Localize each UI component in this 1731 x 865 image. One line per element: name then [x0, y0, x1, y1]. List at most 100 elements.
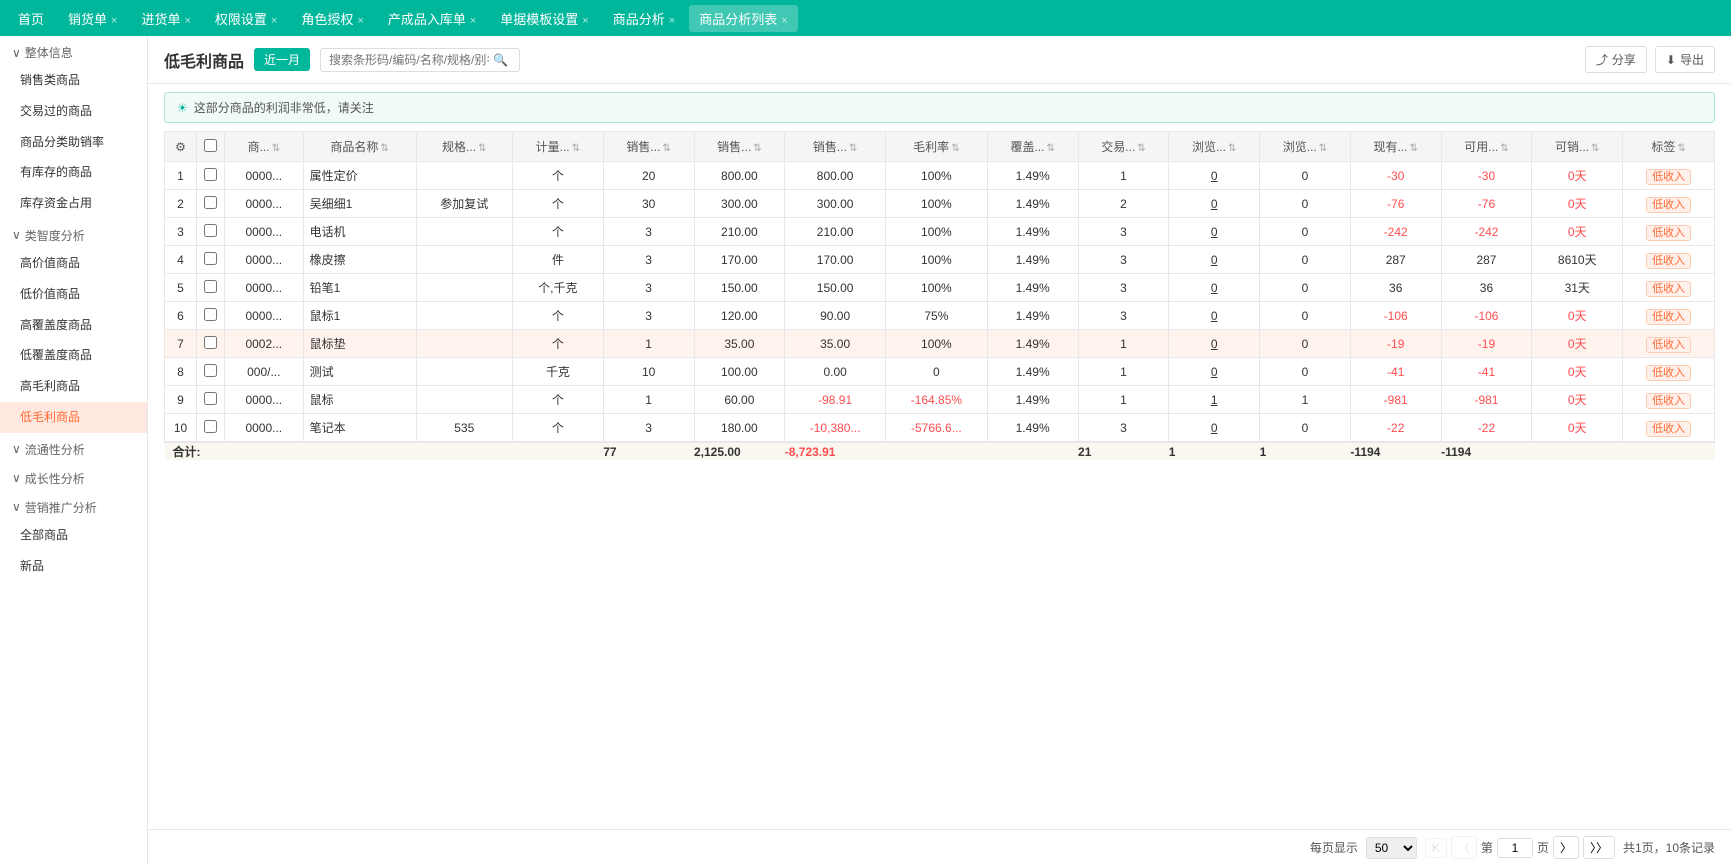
sidebar-group-类智度分析[interactable]: ∨ 类智度分析	[0, 219, 147, 248]
nav-item-产成品入库单[interactable]: 产成品入库单×	[378, 5, 486, 32]
sidebar-item-有库存的商品[interactable]: 有库存的商品	[0, 157, 147, 188]
export-button[interactable]: ⬇ 导出	[1655, 46, 1715, 73]
close-tab-icon[interactable]: ×	[669, 15, 675, 27]
row-checkbox[interactable]	[204, 252, 217, 265]
row-checkbox[interactable]	[204, 196, 217, 209]
sidebar-item-商品分类助销率[interactable]: 商品分类助销率	[0, 127, 147, 158]
prev-page-button[interactable]: 〈	[1451, 836, 1477, 859]
sidebar-item-高覆盖度商品[interactable]: 高覆盖度商品	[0, 310, 147, 341]
browse1-link[interactable]: 0	[1211, 253, 1218, 267]
row-checkbox[interactable]	[204, 392, 217, 405]
tag-badge: 低收入	[1646, 393, 1691, 409]
sidebar-item-交易过的商品[interactable]: 交易过的商品	[0, 96, 147, 127]
nav-item-销货单[interactable]: 销货单×	[58, 5, 127, 32]
row-checkbox[interactable]	[204, 336, 217, 349]
row-checkbox[interactable]	[204, 364, 217, 377]
browse1-link[interactable]: 0	[1211, 365, 1218, 379]
cell-browse1: 0	[1169, 414, 1260, 443]
nav-item-首页[interactable]: 首页	[8, 5, 54, 32]
select-all-checkbox[interactable]	[204, 139, 217, 152]
cell-available: -19	[1441, 330, 1532, 358]
date-filter-button[interactable]: 近一月	[254, 48, 310, 71]
row-checkbox[interactable]	[204, 308, 217, 321]
cell-current-stock: -106	[1350, 302, 1441, 330]
cell-checkbox	[197, 190, 225, 218]
tag-badge: 低收入	[1646, 337, 1691, 353]
cell-no: 9	[165, 386, 197, 414]
nav-item-商品分析列表[interactable]: 商品分析列表×	[689, 5, 797, 32]
close-tab-icon[interactable]: ×	[781, 15, 787, 27]
sidebar-item-全部商品[interactable]: 全部商品	[0, 520, 147, 551]
col-sales-qty: 销售...⇅	[603, 132, 694, 162]
search-input[interactable]	[329, 53, 489, 67]
nav-item-进货单[interactable]: 进货单×	[131, 5, 200, 32]
cell-current-stock: -981	[1350, 386, 1441, 414]
cell-coverage: 1.49%	[987, 246, 1078, 274]
cell-gross-margin: 100%	[885, 190, 987, 218]
cell-transaction: 1	[1078, 358, 1169, 386]
row-checkbox[interactable]	[204, 224, 217, 237]
cell-name: 鼠标垫	[303, 330, 416, 358]
sidebar-group-整体信息[interactable]: ∨ 整体信息	[0, 36, 147, 65]
totals-sales-qty: 77	[603, 442, 694, 460]
share-button[interactable]: ⤴ 分享	[1585, 46, 1647, 73]
cell-sales-amount: 210.00	[694, 218, 785, 246]
nav-item-单据模板设置[interactable]: 单据模板设置×	[490, 5, 598, 32]
row-checkbox[interactable]	[204, 420, 217, 433]
browse1-link[interactable]: 0	[1211, 197, 1218, 211]
row-checkbox[interactable]	[204, 280, 217, 293]
cell-sellable: 0天	[1532, 190, 1623, 218]
sidebar-item-销售类商品[interactable]: 销售类商品	[0, 65, 147, 96]
cell-checkbox	[197, 162, 225, 190]
sidebar-group-营销推广分析[interactable]: ∨ 营销推广分析	[0, 491, 147, 520]
cell-current-stock: -22	[1350, 414, 1441, 443]
browse1-link[interactable]: 0	[1211, 169, 1218, 183]
sidebar-item-高价值商品[interactable]: 高价值商品	[0, 248, 147, 279]
cell-sales-amount: 300.00	[694, 190, 785, 218]
cell-gross-margin: 100%	[885, 330, 987, 358]
browse1-link[interactable]: 0	[1211, 309, 1218, 323]
browse1-link[interactable]: 1	[1211, 393, 1218, 407]
close-tab-icon[interactable]: ×	[111, 15, 117, 27]
close-tab-icon[interactable]: ×	[357, 15, 363, 27]
sidebar-item-低价值商品[interactable]: 低价值商品	[0, 279, 147, 310]
col-settings[interactable]: ⚙	[165, 132, 197, 162]
cell-tag: 低收入	[1623, 162, 1715, 190]
cell-browse1: 0	[1169, 302, 1260, 330]
row-checkbox[interactable]	[204, 168, 217, 181]
cell-sales-profit: 210.00	[785, 218, 886, 246]
close-tab-icon[interactable]: ×	[582, 15, 588, 27]
cell-spec: 535	[416, 414, 512, 443]
browse1-link[interactable]: 0	[1211, 225, 1218, 239]
sidebar-item-低毛利商品[interactable]: 低毛利商品	[0, 402, 147, 433]
nav-item-商品分析[interactable]: 商品分析×	[603, 5, 685, 32]
page-input[interactable]	[1497, 838, 1533, 858]
sidebar-group-成长性分析[interactable]: ∨ 成长性分析	[0, 462, 147, 491]
sidebar-group-流通性分析[interactable]: ∨ 流通性分析	[0, 433, 147, 462]
cell-gross-margin: -164.85%	[885, 386, 987, 414]
close-tab-icon[interactable]: ×	[271, 15, 277, 27]
next-page-button[interactable]: 〉	[1553, 836, 1579, 859]
cell-coverage: 1.49%	[987, 414, 1078, 443]
cell-coverage: 1.49%	[987, 274, 1078, 302]
first-page-button[interactable]: K	[1425, 838, 1447, 858]
page-title: 低毛利商品	[164, 48, 244, 72]
cell-sales-profit: 35.00	[785, 330, 886, 358]
search-icon[interactable]: 🔍	[493, 53, 508, 67]
nav-item-权限设置[interactable]: 权限设置×	[205, 5, 287, 32]
close-tab-icon[interactable]: ×	[470, 15, 476, 27]
sidebar-item-新品[interactable]: 新品	[0, 551, 147, 582]
sidebar-item-库存资金占用[interactable]: 库存资金占用	[0, 188, 147, 219]
nav-item-角色授权[interactable]: 角色授权×	[291, 5, 373, 32]
per-page-select[interactable]: 50 100 200	[1366, 837, 1417, 859]
close-tab-icon[interactable]: ×	[184, 15, 190, 27]
browse1-link[interactable]: 0	[1211, 281, 1218, 295]
last-page-button[interactable]: 〉〉	[1583, 836, 1615, 859]
cell-coverage: 1.49%	[987, 190, 1078, 218]
sidebar-item-高毛利商品[interactable]: 高毛利商品	[0, 371, 147, 402]
browse1-link[interactable]: 0	[1211, 337, 1218, 351]
cell-current-stock: -30	[1350, 162, 1441, 190]
cell-no: 2	[165, 190, 197, 218]
sidebar-item-低覆盖度商品[interactable]: 低覆盖度商品	[0, 340, 147, 371]
browse1-link[interactable]: 0	[1211, 421, 1218, 435]
